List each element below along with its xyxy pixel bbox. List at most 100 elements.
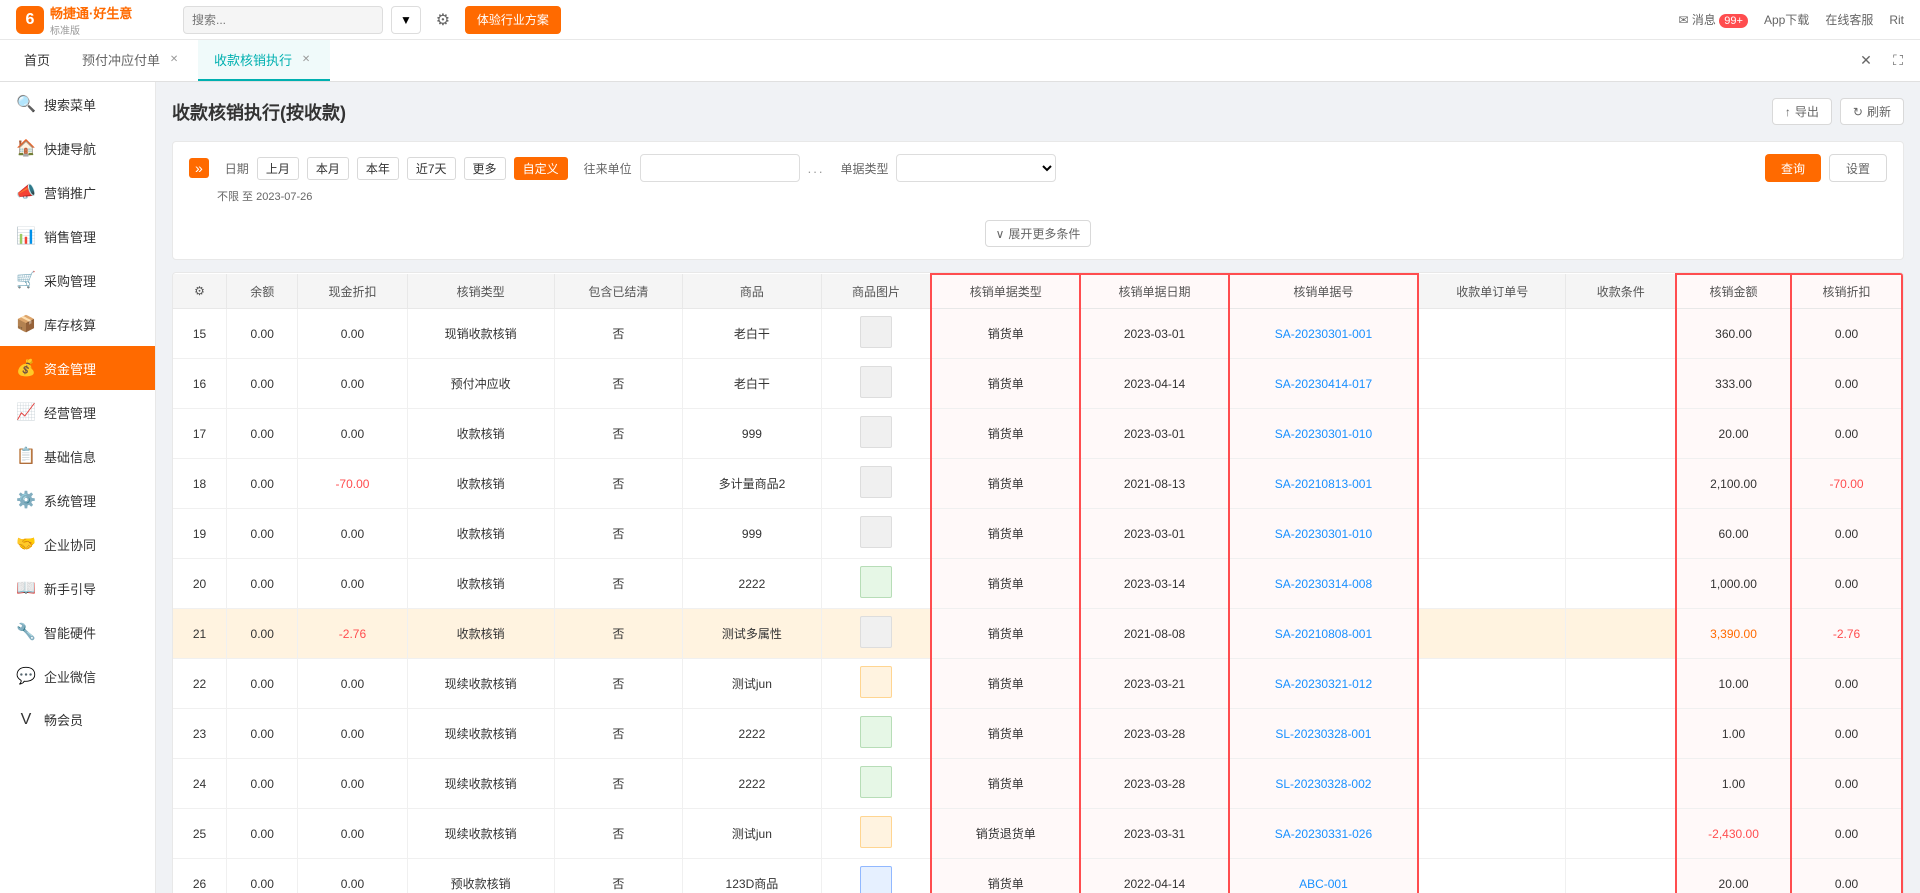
vip-icon: V [16, 711, 36, 729]
online-service-link[interactable]: 在线客服 [1825, 11, 1873, 28]
page-actions: ↑ 导出 ↻ 刷新 [1772, 98, 1904, 125]
date-this-year-btn[interactable]: 本年 [357, 157, 399, 180]
dropdown-button[interactable]: ▼ [391, 6, 421, 34]
sidebar-item-hardware[interactable]: 🔧 智能硬件 [0, 610, 155, 654]
verify-no-link[interactable]: SL-20230328-001 [1275, 727, 1371, 741]
sidebar-item-vip[interactable]: V 畅会员 [0, 698, 155, 741]
expand-more-btn[interactable]: ∨ 展开更多条件 [985, 220, 1092, 247]
query-button[interactable]: 查询 [1765, 154, 1821, 182]
verify-no-link[interactable]: SA-20230321-012 [1275, 677, 1372, 691]
date-filter-group: 日期 上月 本月 本年 近7天 更多 自定义 [225, 157, 568, 180]
cell-verify-discount: -70.00 [1791, 459, 1902, 509]
expand-more-label: 展开更多条件 [1008, 225, 1080, 242]
refresh-button[interactable]: ↻ 刷新 [1840, 98, 1904, 125]
message-icon[interactable]: ✉ 消息 99+ [1679, 11, 1748, 28]
tab-home[interactable]: 首页 [8, 40, 66, 81]
table-row: 25 0.00 0.00 现续收款核销 否 测试jun 销货退货单 2023-0… [173, 809, 1902, 859]
doctype-filter-select[interactable] [896, 154, 1056, 182]
top-right-actions: ✉ 消息 99+ App下载 在线客服 Rit [1679, 11, 1904, 28]
verify-no-link[interactable]: SA-20230301-010 [1275, 427, 1372, 441]
cell-verify-discount: 0.00 [1791, 709, 1902, 759]
cell-cash-discount: 0.00 [298, 509, 407, 559]
cell-verify-amount: 1.00 [1676, 709, 1791, 759]
table-body: 15 0.00 0.00 现销收款核销 否 老白干 销货单 2023-03-01… [173, 309, 1902, 893]
tab-prepay-label: 预付冲应付单 [82, 50, 160, 69]
verify-no-link[interactable]: SA-20230301-001 [1275, 327, 1372, 341]
date-custom-btn[interactable]: 自定义 [514, 157, 568, 180]
search-input[interactable] [183, 6, 383, 34]
partner-filter-input[interactable] [640, 154, 800, 182]
verify-no-link[interactable]: SA-20230331-026 [1275, 827, 1372, 841]
col-product-img: 商品图片 [821, 274, 931, 309]
sidebar-item-purchase[interactable]: 🛒 采购管理 [0, 258, 155, 302]
verify-no-link[interactable]: ABC-001 [1299, 877, 1348, 891]
date-last-month-btn[interactable]: 上月 [257, 157, 299, 180]
cell-receipt-condition [1566, 709, 1676, 759]
export-button[interactable]: ↑ 导出 [1772, 98, 1832, 125]
table-row: 16 0.00 0.00 预付冲应收 否 老白干 销货单 2023-04-14 … [173, 359, 1902, 409]
app-logo: 6 畅捷通·好生意 标准版 [16, 3, 171, 37]
date-7days-btn[interactable]: 近7天 [407, 157, 456, 180]
sidebar-item-collab[interactable]: 🤝 企业协同 [0, 522, 155, 566]
app-name: 畅捷通·好生意 [50, 3, 132, 22]
sidebar-item-basic-info[interactable]: 📋 基础信息 [0, 434, 155, 478]
sidebar-item-wechat[interactable]: 💬 企业微信 [0, 654, 155, 698]
doctype-filter-label: 单据类型 [840, 160, 888, 177]
sidebar-item-inventory[interactable]: 📦 库存核算 [0, 302, 155, 346]
cell-verify-no: SL-20230328-002 [1229, 759, 1418, 809]
cell-cash-discount: 0.00 [298, 859, 407, 893]
sidebar-item-sales[interactable]: 📊 销售管理 [0, 214, 155, 258]
cell-verify-discount: 0.00 [1791, 859, 1902, 893]
sidebar-item-system[interactable]: ⚙️ 系统管理 [0, 478, 155, 522]
verify-no-link[interactable]: SA-20210808-001 [1275, 627, 1372, 641]
sidebar-label-quick: 快捷导航 [44, 139, 96, 158]
sidebar-item-marketing[interactable]: 📣 营销推广 [0, 170, 155, 214]
collab-icon: 🤝 [16, 534, 36, 554]
cell-receipt-order-no [1418, 309, 1566, 359]
main-layout: 🔍 搜索菜单 🏠 快捷导航 📣 营销推广 📊 销售管理 🛒 采购管理 📦 库存核… [0, 82, 1920, 893]
maximize-tab-button[interactable]: ⛶ [1884, 47, 1912, 75]
cell-verify-discount: -2.76 [1791, 609, 1902, 659]
verify-no-link[interactable]: SL-20230328-002 [1275, 777, 1371, 791]
close-prepay-tab[interactable]: ✕ [166, 52, 182, 68]
cell-verify-type: 现续收款核销 [407, 709, 554, 759]
cell-product-img [821, 409, 931, 459]
col-verify-amount: 核销金额 [1676, 274, 1791, 309]
tab-verify[interactable]: 收款核销执行 ✕ [198, 40, 330, 81]
cell-balance: 0.00 [227, 309, 298, 359]
cell-verify-type: 收款核销 [407, 409, 554, 459]
cell-product-img [821, 459, 931, 509]
date-more-btn[interactable]: 更多 [464, 157, 506, 180]
verify-no-link[interactable]: SA-20210813-001 [1275, 477, 1372, 491]
sidebar-item-finance[interactable]: 💰 资金管理 [0, 346, 155, 390]
verify-no-link[interactable]: SA-20230414-017 [1275, 377, 1372, 391]
verify-no-link[interactable]: SA-20230301-010 [1275, 527, 1372, 541]
filter-expand-icon[interactable]: » [189, 158, 209, 178]
cell-verify-discount: 0.00 [1791, 509, 1902, 559]
sidebar-item-guide[interactable]: 📖 新手引导 [0, 566, 155, 610]
cell-product: 2222 [683, 759, 822, 809]
cell-verify-discount: 0.00 [1791, 359, 1902, 409]
verify-no-link[interactable]: SA-20230314-008 [1275, 577, 1372, 591]
cell-included-settled: 否 [554, 409, 682, 459]
sidebar-item-search[interactable]: 🔍 搜索菜单 [0, 82, 155, 126]
cell-verify-amount: -2,430.00 [1676, 809, 1791, 859]
date-this-month-btn[interactable]: 本月 [307, 157, 349, 180]
trial-button[interactable]: 体验行业方案 [465, 6, 561, 34]
gear-button[interactable]: ⚙ [429, 6, 457, 34]
close-tab-button[interactable]: ✕ [1852, 47, 1880, 75]
sidebar-item-management[interactable]: 📈 经营管理 [0, 390, 155, 434]
tab-prepay[interactable]: 预付冲应付单 ✕ [66, 40, 198, 81]
app-name-label: 消息 [1692, 13, 1716, 27]
settings-button[interactable]: 设置 [1829, 154, 1887, 182]
close-verify-tab[interactable]: ✕ [298, 52, 314, 68]
cell-product: 测试jun [683, 809, 822, 859]
partner-filter-group: 往来单位 ... [584, 154, 825, 182]
cell-receipt-condition [1566, 359, 1676, 409]
cell-no: 26 [173, 859, 227, 893]
cell-cash-discount: 0.00 [298, 809, 407, 859]
cell-verify-discount: 0.00 [1791, 309, 1902, 359]
sidebar-item-quick-nav[interactable]: 🏠 快捷导航 [0, 126, 155, 170]
cell-verify-amount: 2,100.00 [1676, 459, 1791, 509]
app-download-link[interactable]: App下载 [1764, 11, 1809, 28]
